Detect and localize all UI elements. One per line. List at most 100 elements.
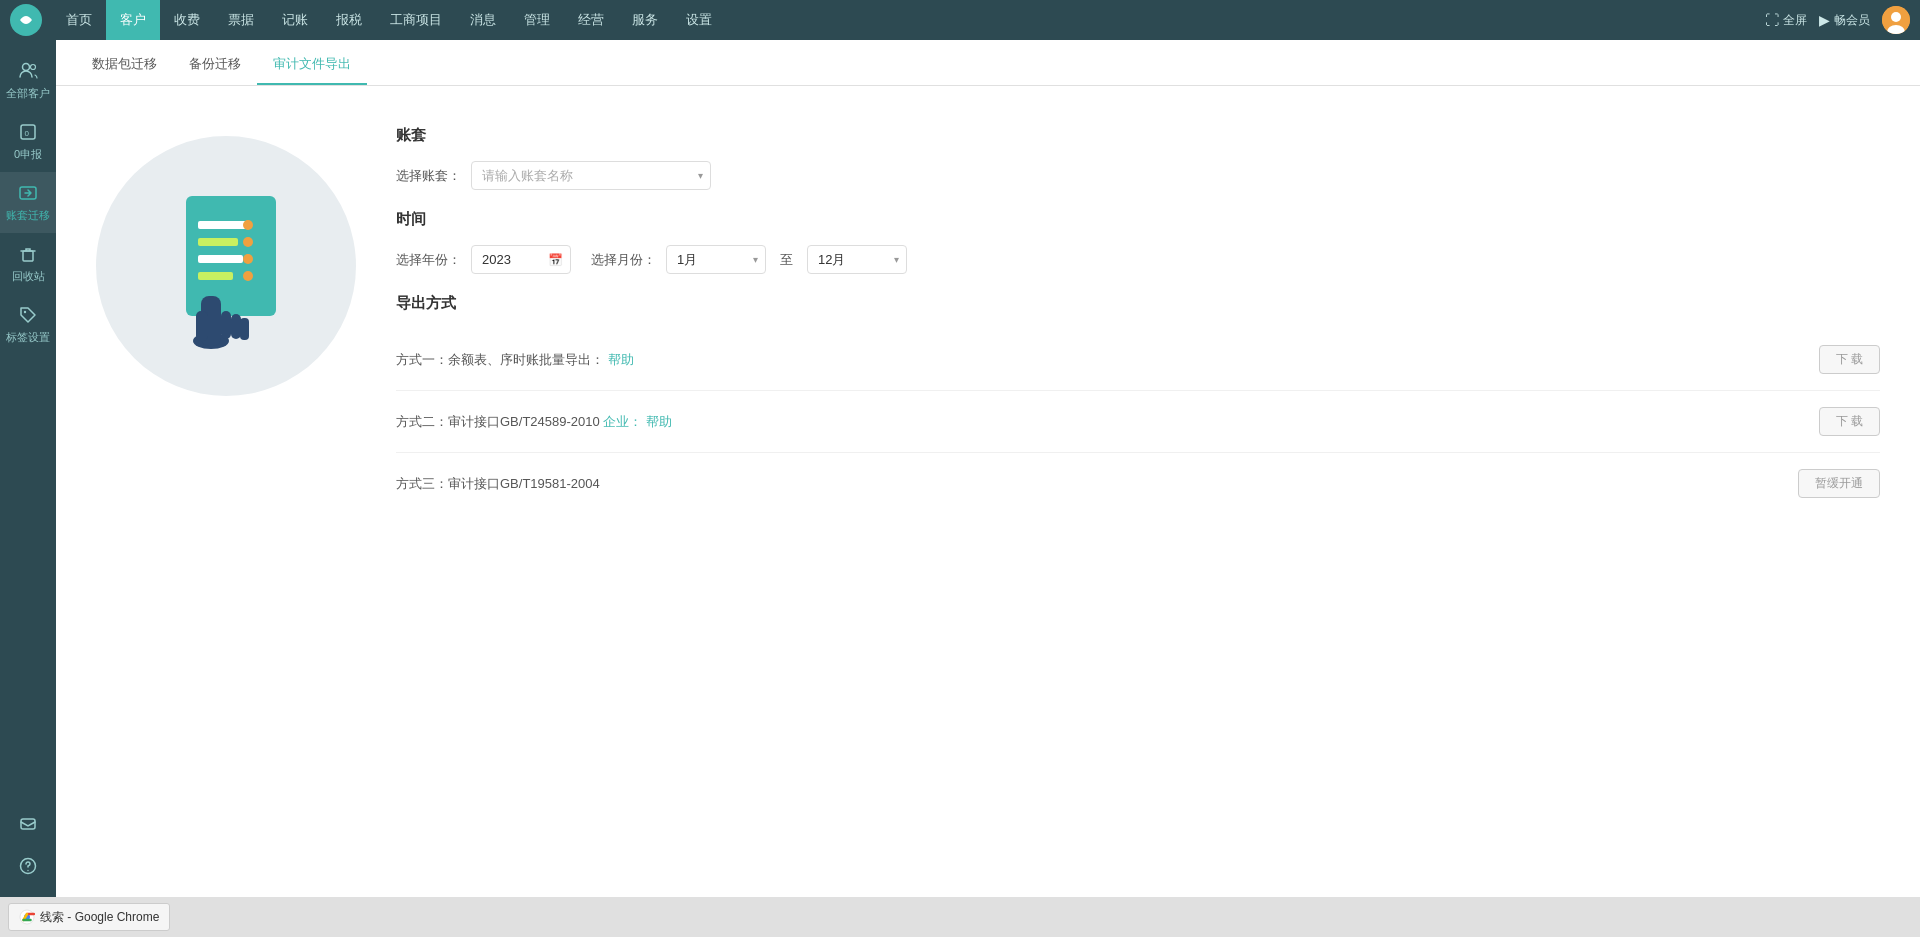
svg-rect-25 (196, 311, 208, 341)
sidebar-label-trash: 回收站 (12, 269, 45, 284)
svg-rect-9 (23, 251, 33, 261)
sidebar-label-zero-declare: 0申报 (14, 147, 42, 162)
tag-icon (17, 304, 39, 326)
svg-rect-27 (231, 314, 241, 339)
account-section-title: 账套 (396, 126, 1880, 145)
svg-point-10 (24, 311, 26, 313)
sidebar-item-message-bottom[interactable] (0, 803, 56, 845)
export-section: 导出方式 方式一：余额表、序时账批量导出： 帮助 下 载 方式二：审计接口GB/… (396, 294, 1880, 514)
migration-icon (17, 182, 39, 204)
account-input-wrap: ▾ (471, 161, 711, 190)
sidebar-label-all-customers: 全部客户 (6, 86, 50, 101)
form-area: 账套 选择账套： ▾ 时间 选择年份： (396, 116, 1880, 867)
message-icon (17, 813, 39, 835)
sidebar-item-trash[interactable]: 回收站 (0, 233, 56, 294)
sidebar-label-tag-settings: 标签设置 (6, 330, 50, 345)
tab-backup-migration[interactable]: 备份迁移 (173, 45, 257, 85)
trash-icon (17, 243, 39, 265)
export-method-2-help[interactable]: 帮助 (646, 414, 672, 429)
sidebar-item-help[interactable] (0, 845, 56, 887)
export-method-2-label: 方式二：审计接口GB/T24589-2010 企业： 帮助 (396, 413, 1809, 431)
account-input[interactable] (471, 161, 711, 190)
vip-label: 畅会员 (1834, 12, 1870, 29)
export-method-2: 方式二：审计接口GB/T24589-2010 企业： 帮助 下 载 (396, 391, 1880, 453)
nav-tax[interactable]: 报税 (322, 0, 376, 40)
taskbar-chrome-label: 线索 - Google Chrome (40, 909, 159, 926)
users-icon (17, 60, 39, 82)
vip-btn[interactable]: ▶ 畅会员 (1819, 12, 1870, 29)
nav-fee[interactable]: 收费 (160, 0, 214, 40)
illustration-circle (96, 136, 356, 396)
export-method-3: 方式三：审计接口GB/T19581-2004 暂缓开通 (396, 453, 1880, 514)
app-logo[interactable] (10, 4, 42, 36)
nav-operation[interactable]: 经营 (564, 0, 618, 40)
nav-business[interactable]: 工商项目 (376, 0, 456, 40)
export-method-3-btn[interactable]: 暂缓开通 (1798, 469, 1880, 498)
taskbar: 线索 - Google Chrome (0, 897, 1920, 937)
export-method-1-help[interactable]: 帮助 (608, 352, 634, 367)
export-method-2-company: 企业： (603, 414, 642, 429)
svg-text:0: 0 (25, 129, 30, 138)
account-select-label: 选择账套： (396, 167, 461, 185)
svg-point-2 (1891, 12, 1901, 22)
svg-point-22 (243, 271, 253, 281)
start-month-select[interactable]: 1月2月3月4月 5月6月7月8月 9月10月11月12月 (666, 245, 766, 274)
sidebar-item-zero-declare[interactable]: 0 0申报 (0, 111, 56, 172)
tab-data-migration[interactable]: 数据包迁移 (76, 45, 173, 85)
export-method-1-btn[interactable]: 下 载 (1819, 345, 1880, 374)
nav-service[interactable]: 服务 (618, 0, 672, 40)
nav-manage[interactable]: 管理 (510, 0, 564, 40)
svg-rect-18 (198, 272, 233, 280)
fullscreen-btn[interactable]: ⛶ 全屏 (1765, 12, 1807, 29)
sidebar-item-tag-settings[interactable]: 标签设置 (0, 294, 56, 355)
tab-audit-export[interactable]: 审计文件导出 (257, 45, 367, 85)
svg-point-21 (243, 254, 253, 264)
left-sidebar: 全部客户 0 0申报 账套迁移 (0, 40, 56, 897)
sidebar-label-migration: 账套迁移 (6, 208, 50, 223)
nav-bookkeeping[interactable]: 记账 (268, 0, 322, 40)
svg-point-5 (31, 65, 36, 70)
top-nav-right: ⛶ 全屏 ▶ 畅会员 (1765, 6, 1910, 34)
export-method-2-btn[interactable]: 下 载 (1819, 407, 1880, 436)
account-form-row: 选择账套： ▾ (396, 161, 1880, 190)
page-content: 账套 选择账套： ▾ 时间 选择年份： (56, 86, 1920, 897)
end-month-select[interactable]: 1月2月3月4月 5月6月7月8月 9月10月11月12月 (807, 245, 907, 274)
illustration-area (96, 116, 356, 867)
taskbar-chrome-item[interactable]: 线索 - Google Chrome (8, 903, 170, 931)
sidebar-bottom (0, 803, 56, 897)
svg-rect-15 (198, 221, 248, 229)
nav-settings[interactable]: 设置 (672, 0, 726, 40)
sidebar-item-all-customers[interactable]: 全部客户 (0, 50, 56, 111)
time-section: 时间 选择年份： 📅 选择月份： 1月2月3月4月 5月6月7月8月 (396, 210, 1880, 274)
zero-declare-icon: 0 (17, 121, 39, 143)
end-month-wrap: 1月2月3月4月 5月6月7月8月 9月10月11月12月 ▾ (807, 245, 907, 274)
fullscreen-label: 全屏 (1783, 12, 1807, 29)
time-form-row: 选择年份： 📅 选择月份： 1月2月3月4月 5月6月7月8月 9月10月11月… (396, 245, 1880, 274)
nav-message[interactable]: 消息 (456, 0, 510, 40)
fullscreen-icon: ⛶ (1765, 12, 1779, 28)
vip-icon: ▶ (1819, 12, 1830, 28)
year-input[interactable] (471, 245, 571, 274)
nav-customer[interactable]: 客户 (106, 0, 160, 40)
svg-rect-16 (198, 238, 238, 246)
export-section-title: 导出方式 (396, 294, 1880, 313)
nav-invoice[interactable]: 票据 (214, 0, 268, 40)
svg-rect-26 (221, 311, 231, 339)
export-method-1: 方式一：余额表、序时账批量导出： 帮助 下 载 (396, 329, 1880, 391)
year-input-wrap: 📅 (471, 245, 571, 274)
avatar[interactable] (1882, 6, 1910, 34)
top-nav-items: 首页 客户 收费 票据 记账 报税 工商项目 消息 管理 经营 服务 设置 (52, 0, 1765, 40)
svg-rect-17 (198, 255, 243, 263)
sidebar-item-migration[interactable]: 账套迁移 (0, 172, 56, 233)
account-section: 账套 选择账套： ▾ (396, 126, 1880, 190)
nav-home[interactable]: 首页 (52, 0, 106, 40)
svg-rect-28 (240, 318, 249, 340)
export-method-1-label: 方式一：余额表、序时账批量导出： 帮助 (396, 351, 1809, 369)
svg-point-4 (23, 64, 30, 71)
help-icon (17, 855, 39, 877)
start-month-wrap: 1月2月3月4月 5月6月7月8月 9月10月11月12月 ▾ (666, 245, 766, 274)
month-select-label: 选择月份： (591, 251, 656, 269)
main-layout: 全部客户 0 0申报 账套迁移 (0, 40, 1920, 897)
to-separator: 至 (776, 251, 797, 269)
content-area: 数据包迁移 备份迁移 审计文件导出 (56, 40, 1920, 897)
